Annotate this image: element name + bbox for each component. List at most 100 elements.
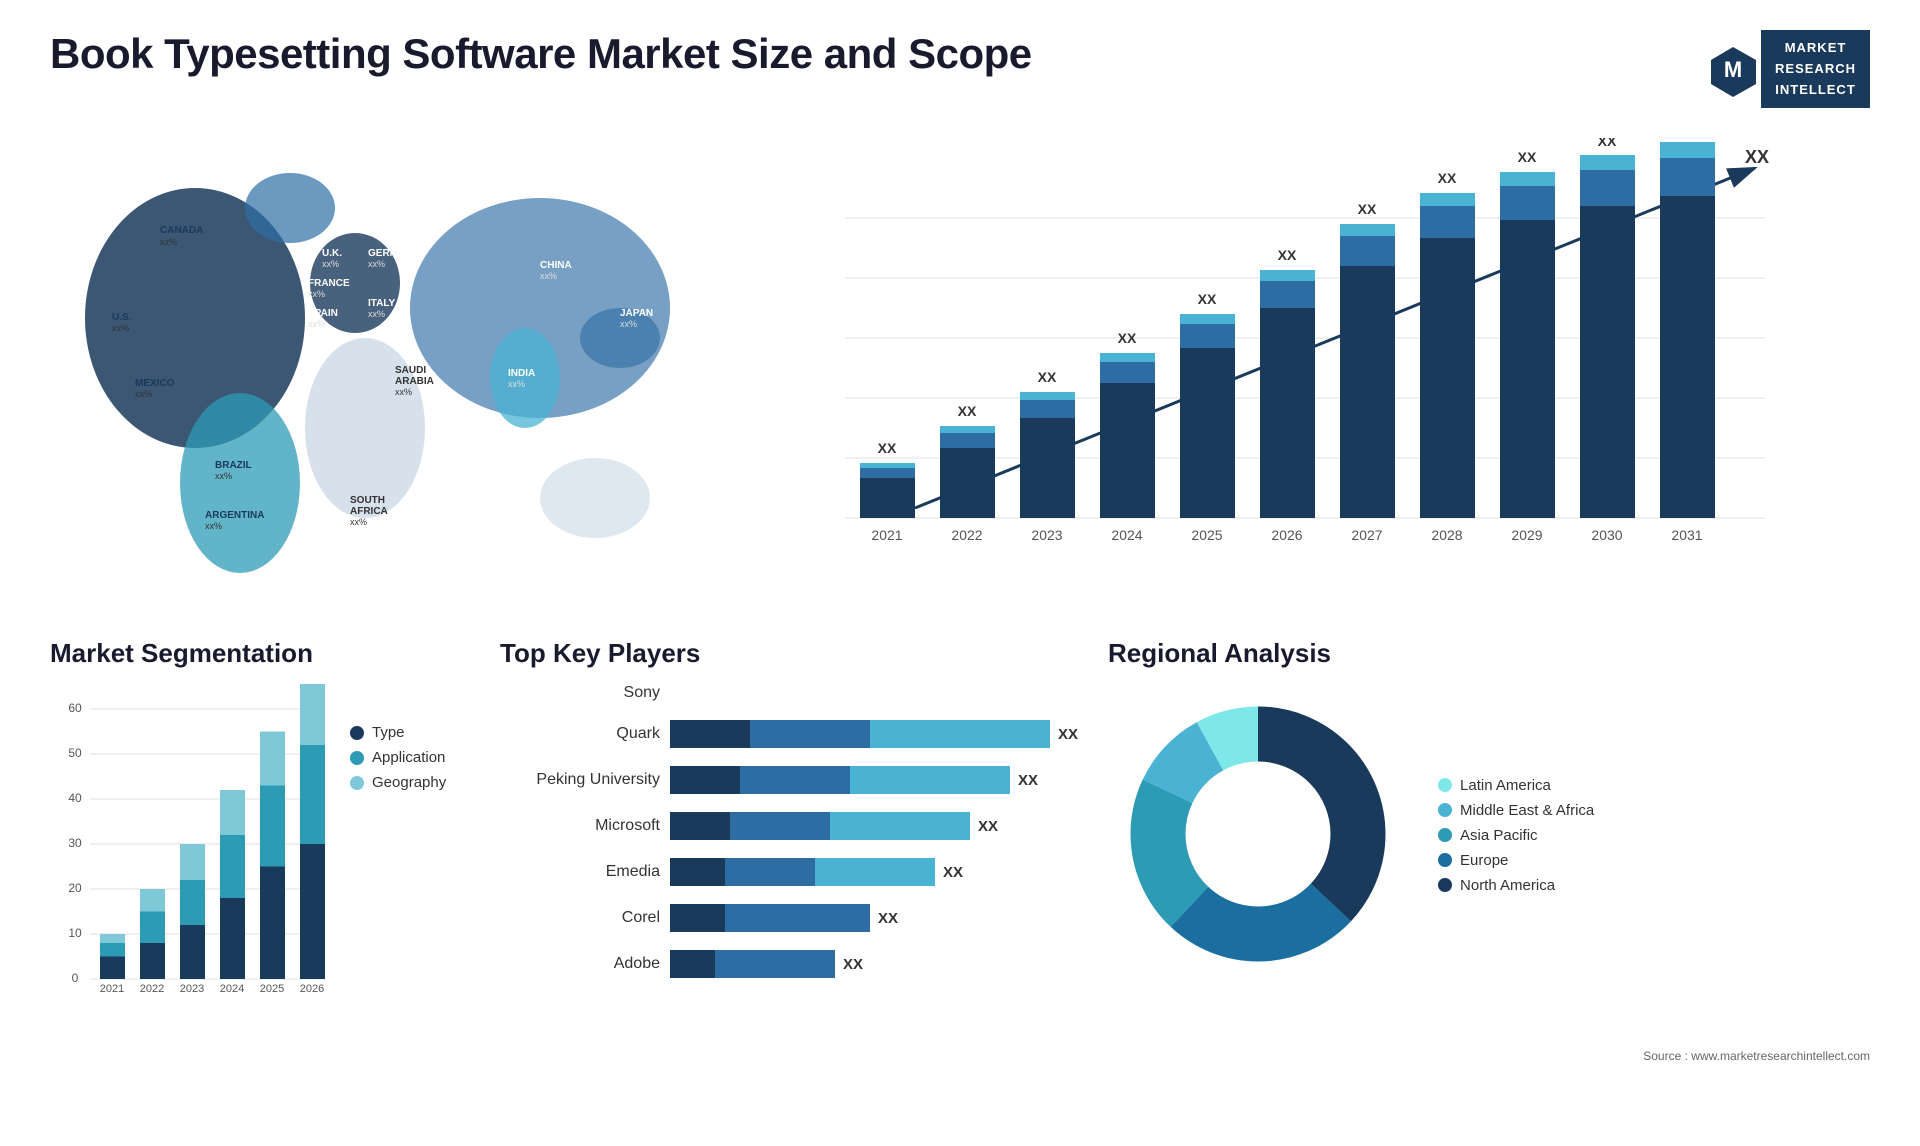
svg-text:XX: XX	[878, 440, 897, 456]
svg-text:JAPAN: JAPAN	[620, 308, 653, 319]
svg-text:2026: 2026	[300, 983, 324, 995]
legend-dot-latin	[1438, 778, 1452, 792]
players-section: Top Key Players Sony Quark XX	[500, 638, 1078, 1068]
svg-text:2022: 2022	[140, 983, 164, 995]
world-map-svg: CANADA xx% U.S. xx% MEXICO xx% BRAZIL xx…	[50, 128, 670, 608]
map-section: CANADA xx% U.S. xx% MEXICO xx% BRAZIL xx…	[50, 128, 670, 608]
player-name-microsoft: Microsoft	[500, 817, 660, 835]
player-bar-quark: XX	[670, 720, 1078, 748]
svg-text:0: 0	[72, 971, 79, 985]
player-row-quark: Quark XX	[500, 720, 1078, 748]
svg-text:xx%: xx%	[308, 289, 325, 299]
page-title: Book Typesetting Software Market Size an…	[50, 30, 1032, 78]
svg-text:SOUTH: SOUTH	[350, 495, 385, 506]
svg-text:60: 60	[68, 701, 82, 715]
svg-text:XX: XX	[1278, 247, 1297, 263]
svg-text:MEXICO: MEXICO	[135, 378, 175, 389]
bar-label-peking: XX	[1018, 772, 1038, 789]
bar-peking	[670, 766, 1010, 794]
svg-text:50: 50	[68, 746, 82, 760]
segmentation-chart-svg: 0 10 20 30 40 50 60	[50, 684, 330, 1004]
svg-text:XX: XX	[958, 403, 977, 419]
bar-seg2-emedia	[725, 858, 815, 886]
player-bar-adobe: XX	[670, 950, 1078, 978]
svg-text:xx%: xx%	[368, 259, 385, 269]
donut-chart-svg	[1108, 684, 1408, 984]
source-text: Source : www.marketresearchintellect.com	[1643, 1049, 1870, 1063]
svg-text:XX: XX	[1118, 330, 1137, 346]
svg-text:ARGENTINA: ARGENTINA	[205, 510, 264, 521]
svg-text:xx%: xx%	[135, 389, 152, 399]
svg-text:2024: 2024	[1111, 527, 1142, 543]
svg-text:30: 30	[68, 836, 82, 850]
player-bar-corel: XX	[670, 904, 1078, 932]
player-row-microsoft: Microsoft XX	[500, 812, 1078, 840]
svg-text:10: 10	[68, 926, 82, 940]
player-name-sony: Sony	[500, 684, 660, 702]
svg-text:xx%: xx%	[620, 319, 637, 329]
svg-text:2027: 2027	[1351, 527, 1382, 543]
legend-application: Application	[350, 749, 446, 766]
svg-text:xx%: xx%	[308, 319, 325, 329]
chart-section: XX XX 2021 XX 2022 XX 2023	[700, 128, 1870, 608]
bar-corel	[670, 904, 870, 932]
logo-box: MARKET RESEARCH INTELLECT	[1761, 30, 1870, 108]
svg-text:XX: XX	[1038, 369, 1057, 385]
svg-text:2025: 2025	[1191, 527, 1222, 543]
svg-text:SPAIN: SPAIN	[308, 308, 338, 319]
svg-text:BRAZIL: BRAZIL	[215, 460, 252, 471]
logo-wrapper: M MARKET RESEARCH INTELLECT	[1706, 30, 1870, 108]
svg-text:xx%: xx%	[322, 259, 339, 269]
svg-text:40: 40	[68, 791, 82, 805]
bar-seg1-emedia	[670, 858, 725, 886]
legend-north-america: North America	[1438, 877, 1594, 894]
bar-label-quark: XX	[1058, 726, 1078, 743]
bar-seg1-peking	[670, 766, 740, 794]
svg-text:XX: XX	[1438, 170, 1457, 186]
bar-seg2-adobe	[715, 950, 835, 978]
logo-icon: M	[1706, 42, 1761, 97]
svg-text:2030: 2030	[1591, 527, 1622, 543]
svg-text:CANADA: CANADA	[160, 225, 203, 236]
segmentation-section: Market Segmentation 0 10 20 30 40 50 60	[50, 638, 470, 1068]
header: Book Typesetting Software Market Size an…	[50, 30, 1870, 108]
bar-seg1-adobe	[670, 950, 715, 978]
legend-europe: Europe	[1438, 852, 1594, 869]
svg-text:XX: XX	[1598, 138, 1617, 149]
svg-text:2021: 2021	[100, 983, 124, 995]
player-row-emedia: Emedia XX	[500, 858, 1078, 886]
svg-text:FRANCE: FRANCE	[308, 278, 350, 289]
svg-text:XX: XX	[1518, 149, 1537, 165]
bar-label-microsoft: XX	[978, 818, 998, 835]
bar-seg3-quark	[870, 720, 1050, 748]
bar-seg1-microsoft	[670, 812, 730, 840]
svg-text:2021: 2021	[871, 527, 902, 543]
svg-text:xx%: xx%	[160, 237, 177, 247]
bar-seg3-peking	[850, 766, 1010, 794]
svg-text:2023: 2023	[180, 983, 204, 995]
bar-seg3-microsoft	[830, 812, 970, 840]
bar-seg1-corel	[670, 904, 725, 932]
svg-text:CHINA: CHINA	[540, 260, 572, 271]
legend-middle-east-africa: Middle East & Africa	[1438, 802, 1594, 819]
svg-text:U.K.: U.K.	[322, 248, 342, 259]
player-row-corel: Corel XX	[500, 904, 1078, 932]
legend-dot-mea	[1438, 803, 1452, 817]
legend-type: Type	[350, 724, 446, 741]
legend-geography: Geography	[350, 774, 446, 791]
bar-chart-svg: XX XX 2021 XX 2022 XX 2023	[710, 138, 1860, 598]
bar-label-adobe: XX	[843, 956, 863, 973]
svg-text:2024: 2024	[220, 983, 244, 995]
svg-text:xx%: xx%	[395, 387, 412, 397]
player-name-corel: Corel	[500, 909, 660, 927]
legend-dot-apac	[1438, 828, 1452, 842]
bar-seg2-quark	[750, 720, 870, 748]
player-row-peking: Peking University XX	[500, 766, 1078, 794]
svg-text:GERMANY: GERMANY	[368, 248, 419, 259]
legend-dot-geography	[350, 776, 364, 790]
bar-label-corel: XX	[878, 910, 898, 927]
svg-text:XX: XX	[1745, 147, 1769, 167]
bar-seg2-microsoft	[730, 812, 830, 840]
svg-text:2026: 2026	[1271, 527, 1302, 543]
svg-text:U.S.: U.S.	[112, 312, 132, 323]
